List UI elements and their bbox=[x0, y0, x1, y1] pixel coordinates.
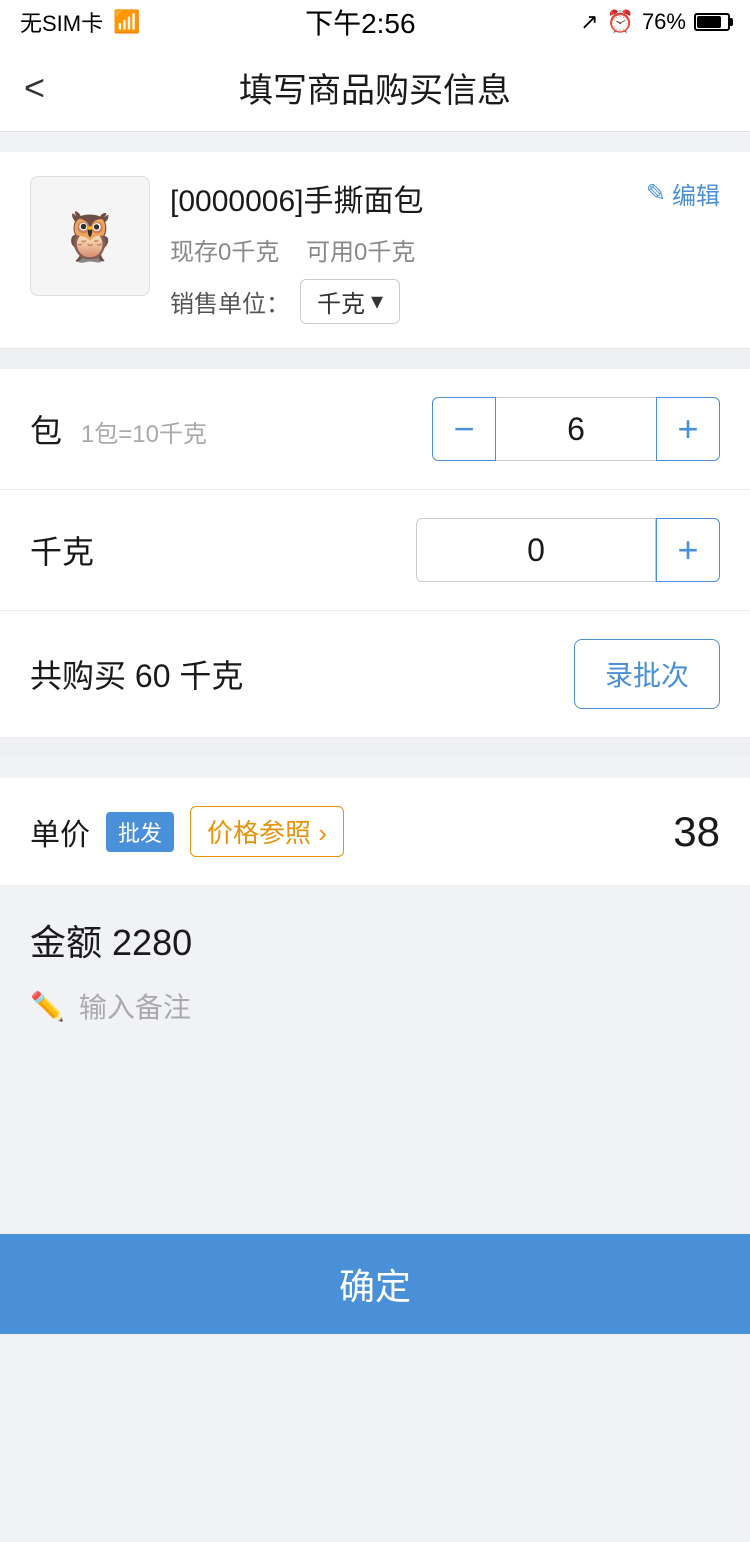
unit-value: 千克 bbox=[317, 284, 365, 319]
price-label: 单价 bbox=[30, 810, 90, 854]
remark-placeholder: 输入备注 bbox=[79, 986, 191, 1026]
alarm-icon: ⏰ bbox=[607, 9, 634, 35]
total-text: 共购买 60 千克 bbox=[30, 651, 243, 697]
edit-button[interactable]: ✎ 编辑 bbox=[646, 176, 720, 211]
carrier-label: 无SIM卡 bbox=[20, 6, 103, 38]
status-left: 无SIM卡 📶 bbox=[20, 6, 141, 38]
pencil-icon: ✏️ bbox=[30, 990, 65, 1023]
package-decrement-button[interactable]: − bbox=[432, 397, 496, 461]
price-tag-pifa: 批发 bbox=[106, 812, 174, 852]
back-button[interactable]: < bbox=[24, 67, 45, 109]
price-ref-button[interactable]: 价格参照 › bbox=[190, 806, 344, 857]
edit-icon: ✎ bbox=[646, 179, 666, 208]
amount-label: 金额 bbox=[30, 922, 102, 963]
kg-label: 千克 bbox=[30, 527, 416, 573]
product-name: [0000006]手撕面包 bbox=[170, 176, 626, 220]
wifi-icon: 📶 bbox=[113, 9, 140, 35]
battery-icon bbox=[694, 13, 730, 31]
battery-percent: 76% bbox=[642, 9, 686, 35]
amount-value: 2280 bbox=[112, 922, 192, 963]
kg-increment-button[interactable]: + bbox=[656, 518, 720, 582]
kg-quantity-control: + bbox=[416, 518, 720, 582]
amount-row: 金额 2280 bbox=[30, 914, 720, 966]
stock-label: 现存0千克 bbox=[170, 239, 279, 266]
product-info: [0000006]手撕面包 现存0千克 可用0千克 销售单位： 千克 ▾ bbox=[170, 176, 626, 324]
gps-icon: ↗ bbox=[580, 9, 598, 35]
status-bar: 无SIM卡 📶 下午2:56 ↗ ⏰ 76% bbox=[0, 0, 750, 44]
available-label: 可用0千克 bbox=[306, 239, 415, 266]
section-divider-2 bbox=[0, 738, 750, 758]
package-hint: 1包=10千克 bbox=[81, 421, 207, 448]
unit-select[interactable]: 千克 ▾ bbox=[300, 279, 400, 324]
nav-bar: < 填写商品购买信息 bbox=[0, 44, 750, 132]
price-section: 单价 批发 价格参照 › 38 bbox=[0, 778, 750, 886]
status-right: ↗ ⏰ 76% bbox=[580, 9, 730, 35]
total-row: 共购买 60 千克 录批次 bbox=[0, 611, 750, 738]
package-input-section: 包 1包=10千克 − + 千克 + bbox=[0, 369, 750, 611]
unit-label: 销售单位： bbox=[170, 284, 290, 319]
package-quantity-control: − + bbox=[432, 397, 720, 461]
edit-label: 编辑 bbox=[672, 176, 720, 211]
package-increment-button[interactable]: + bbox=[656, 397, 720, 461]
package-quantity-input[interactable] bbox=[496, 397, 656, 461]
product-thumbnail-icon: 🦉 bbox=[60, 208, 120, 265]
price-value: 38 bbox=[673, 808, 720, 856]
package-label-text: 包 bbox=[30, 413, 62, 449]
package-label: 包 1包=10千克 bbox=[30, 406, 432, 452]
remark-row[interactable]: ✏️ 输入备注 bbox=[30, 986, 720, 1026]
section-divider-1 bbox=[0, 349, 750, 369]
status-time: 下午2:56 bbox=[305, 2, 416, 42]
amount-section: 金额 2280 ✏️ 输入备注 bbox=[0, 886, 750, 1042]
kg-input-row: 千克 + bbox=[0, 490, 750, 611]
kg-quantity-input[interactable] bbox=[416, 518, 656, 582]
package-input-row: 包 1包=10千克 − + bbox=[0, 369, 750, 490]
product-card: 🦉 [0000006]手撕面包 现存0千克 可用0千克 销售单位： 千克 ▾ ✎… bbox=[0, 152, 750, 349]
page-title: 填写商品购买信息 bbox=[239, 63, 511, 112]
product-stock: 现存0千克 可用0千克 bbox=[170, 232, 626, 267]
confirm-bar[interactable]: 确定 bbox=[0, 1234, 750, 1334]
confirm-button-label: 确定 bbox=[339, 1258, 411, 1310]
product-unit: 销售单位： 千克 ▾ bbox=[170, 279, 626, 324]
unit-dropdown-icon: ▾ bbox=[371, 287, 383, 316]
product-image: 🦉 bbox=[30, 176, 150, 296]
batch-button[interactable]: 录批次 bbox=[574, 639, 720, 709]
